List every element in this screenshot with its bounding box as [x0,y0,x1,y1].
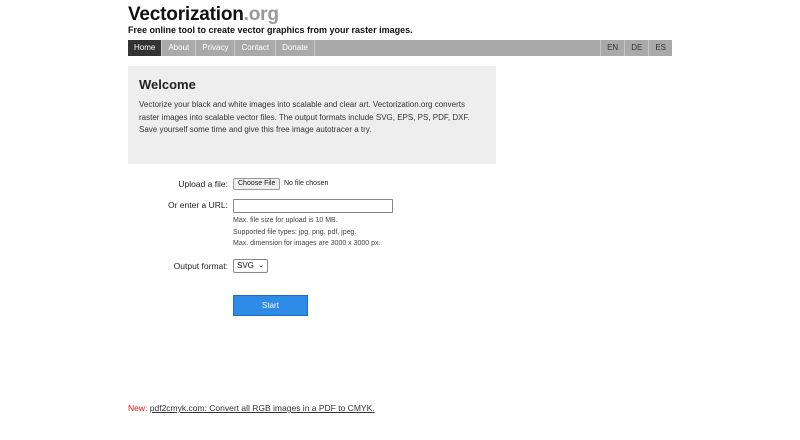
start-button[interactable]: Start [233,295,308,316]
welcome-text-intro: Vectorize your black and white images in… [139,100,470,122]
nav-item-privacy[interactable]: Privacy [196,40,236,56]
logo-tld-text: .org [243,4,279,25]
pdf2cmyk-link[interactable]: pdf2cmyk.com: Convert all RGB images in … [150,403,375,413]
file-status-text: No file chosen [284,180,329,187]
nav-item-home[interactable]: Home [128,40,163,56]
welcome-box: Welcome Vectorize your black and white i… [128,66,496,164]
welcome-title: Welcome [139,77,196,92]
format-label: Output format: [173,261,228,271]
lang-de[interactable]: DE [624,40,648,56]
page: Vectorization.org Free online tool to cr… [0,0,800,440]
nav-item-about[interactable]: About [162,40,197,56]
nav-item-donate[interactable]: Donate [276,40,315,56]
chevron-down-icon: ⌄ [258,262,264,269]
language-switcher: EN DE ES [600,40,672,56]
main-navbar: Home About Privacy Contact Donate EN DE … [128,40,672,56]
hint-file-types: Supported file types: jpg, png, pdf, jpe… [233,229,357,236]
hint-max-dimension: Max. dimension for images are 3000 x 300… [233,240,381,247]
logo-main-text: Vectorization [128,4,244,25]
lang-es[interactable]: ES [648,40,672,56]
welcome-text-cta: Save yourself some time and give this fr… [139,125,372,134]
output-format-value: SVG [237,261,254,270]
hint-file-size: Max. file size for upload is 10 MB. [233,217,338,224]
choose-file-button[interactable]: Choose File [233,178,281,190]
url-input[interactable] [233,199,393,213]
footer-news: New: pdf2cmyk.com: Convert all RGB image… [128,403,375,413]
upload-label: Upload a file: [178,179,228,189]
site-tagline: Free online tool to create vector graphi… [128,25,413,35]
nav-links: Home About Privacy Contact Donate [128,40,315,56]
lang-en[interactable]: EN [600,40,624,56]
site-logo[interactable]: Vectorization.org [128,4,279,26]
nav-item-contact[interactable]: Contact [235,40,277,56]
output-format-select[interactable]: SVG ⌄ [233,259,268,273]
new-badge: New: [128,403,148,413]
url-label: Or enter a URL: [168,200,228,210]
